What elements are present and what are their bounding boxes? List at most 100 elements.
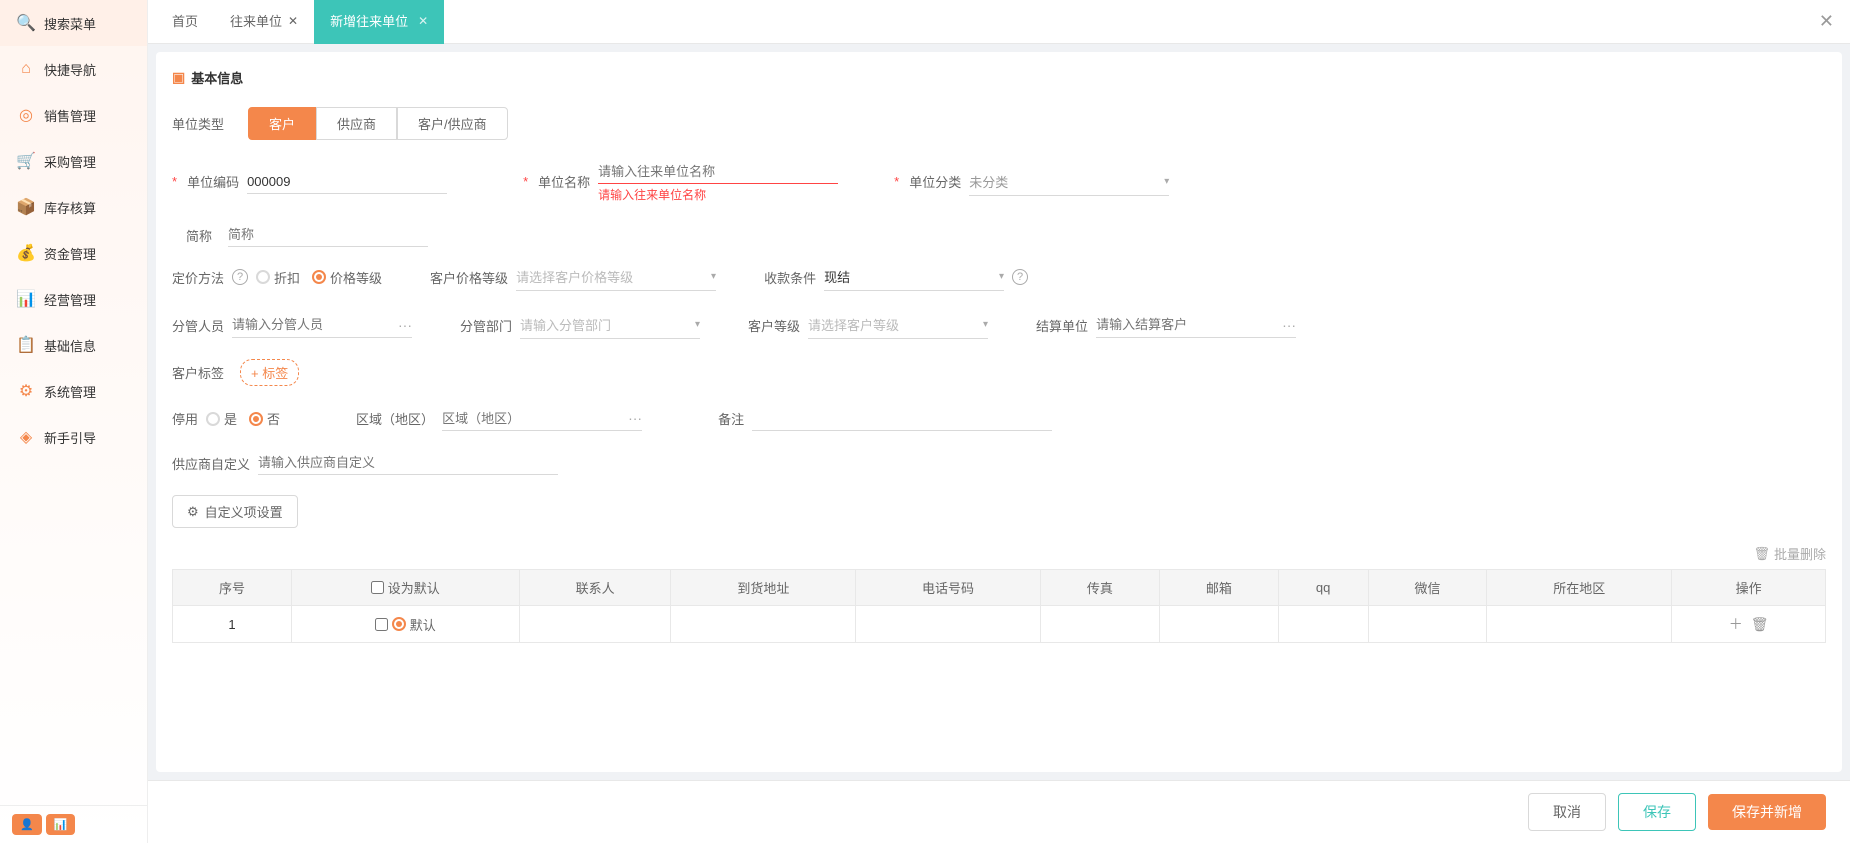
unit-category-field: * 单位分类 未分类 ▾ (894, 168, 1169, 196)
cancel-button[interactable]: 取消 (1528, 793, 1606, 831)
radio-discount[interactable]: 折扣 (256, 268, 300, 287)
col-phone: 电话号码 (856, 570, 1041, 606)
sidebar-item-guide[interactable]: ◈ 新手引导 (0, 414, 147, 460)
remark-input[interactable] (752, 407, 1052, 431)
pricing-radio-group: 折扣 价格等级 (256, 268, 382, 287)
default-radio-circle (392, 617, 406, 631)
col-default: 设为默认 (291, 570, 519, 606)
cell-phone (856, 606, 1041, 643)
select-all-checkbox[interactable] (371, 581, 384, 594)
disabled-row: 停用 是 否 区域（地区） ··· (172, 406, 1826, 431)
region-field: 区域（地区） ··· (356, 406, 642, 431)
shortname-field: 简称 (172, 223, 428, 247)
unit-category-select[interactable]: 未分类 ▾ (969, 168, 1169, 196)
col-address: 到货地址 (671, 570, 856, 606)
pricing-help-icon[interactable]: ? (232, 269, 248, 285)
cell-region (1487, 606, 1672, 643)
custom-settings-btn[interactable]: ⚙ 自定义项设置 (172, 495, 298, 528)
cell-fax (1040, 606, 1159, 643)
finance-icon: 💰 (16, 243, 36, 263)
customer-level-field: 客户等级 请选择客户等级 ▾ (748, 311, 988, 339)
save-button[interactable]: 保存 (1618, 793, 1696, 831)
purchase-icon: 🛒 (16, 151, 36, 171)
manager-input[interactable] (232, 317, 394, 332)
sidebar-item-basic[interactable]: 📋 基础信息 (0, 322, 147, 368)
radio-no[interactable]: 否 (249, 409, 280, 428)
settlement-field: 结算单位 ··· (1036, 313, 1296, 338)
row-delete-btn[interactable]: 🗑 (1751, 616, 1769, 633)
chevron-down-icon4: ▾ (695, 319, 700, 330)
sidebar-item-sales[interactable]: ◎ 销售管理 (0, 92, 147, 138)
col-region: 所在地区 (1487, 570, 1672, 606)
shortname-label: 简称 (186, 226, 212, 245)
unit-code-label: 单位编码 (187, 172, 239, 191)
supplier-custom-input[interactable] (258, 451, 558, 475)
tab-partners-close[interactable]: ✕ (288, 14, 298, 28)
save-new-button[interactable]: 保存并新增 (1708, 794, 1826, 830)
disabled-label: 停用 (172, 409, 198, 428)
settlement-input[interactable] (1096, 317, 1278, 332)
sidebar-label-basic: 基础信息 (44, 336, 96, 355)
payment-terms-field: 收款条件 现结 ▾ ? (764, 263, 1028, 291)
type-btn-both[interactable]: 客户/供应商 (397, 107, 508, 140)
payment-help-icon[interactable]: ? (1012, 269, 1028, 285)
sidebar-item-purchase[interactable]: 🛒 采购管理 (0, 138, 147, 184)
window-close-btn[interactable]: ✕ (1811, 11, 1842, 32)
radio-price-level[interactable]: 价格等级 (312, 268, 382, 287)
cell-qq (1278, 606, 1368, 643)
payment-terms-select[interactable]: 现结 ▾ (824, 263, 1004, 291)
manager-input-wrap: ··· (232, 313, 412, 338)
region-input[interactable] (442, 411, 624, 426)
home-icon: ⌂ (16, 59, 36, 79)
sidebar-item-finance[interactable]: 💰 资金管理 (0, 230, 147, 276)
pricing-row: 定价方法 ? 折扣 价格等级 客户价格等级 请选择客户价格等级 (172, 263, 1826, 291)
batch-delete-btn[interactable]: 🗑 批量删除 (1753, 544, 1826, 563)
sidebar-label-operations: 经营管理 (44, 290, 96, 309)
section-title-text: 基本信息 (191, 68, 243, 87)
type-btn-supplier[interactable]: 供应商 (316, 107, 397, 140)
tab-new-partner[interactable]: 新增往来单位 ✕ (314, 0, 444, 44)
unit-name-label: 单位名称 (538, 172, 590, 191)
radio-yes-label: 是 (224, 409, 237, 428)
row-default-radio[interactable]: 默认 (392, 615, 436, 634)
type-btn-customer[interactable]: 客户 (248, 107, 316, 140)
supplier-custom-label: 供应商自定义 (172, 454, 250, 473)
col-wechat: 微信 (1368, 570, 1487, 606)
batch-delete-label: 批量删除 (1774, 544, 1826, 563)
tab-partners[interactable]: 往来单位 ✕ (214, 0, 314, 44)
sidebar-bottom-btn1[interactable]: 👤 (12, 814, 42, 835)
cell-actions: ＋ 🗑 (1672, 606, 1826, 643)
unit-code-input[interactable] (247, 170, 447, 194)
manager-row: 分管人员 ··· 分管部门 请输入分管部门 ▾ 客户等级 请选择客户等级 (172, 311, 1826, 339)
settlement-dots-btn[interactable]: ··· (1278, 317, 1296, 333)
remark-label: 备注 (718, 409, 744, 428)
customer-level-select[interactable]: 请选择客户等级 ▾ (808, 311, 988, 339)
region-dots-btn[interactable]: ··· (624, 410, 642, 426)
radio-yes[interactable]: 是 (206, 409, 237, 428)
tab-home[interactable]: 首页 (156, 0, 214, 44)
col-contact: 联系人 (519, 570, 671, 606)
sidebar-item-quicknav[interactable]: ⌂ 快捷导航 (0, 46, 147, 92)
sidebar-item-search[interactable]: 🔍 搜索菜单 (0, 0, 147, 46)
cell-default: 默认 (291, 606, 519, 643)
sidebar-label-inventory: 库存核算 (44, 198, 96, 217)
sidebar-bottom-btn2[interactable]: 📊 (46, 814, 76, 835)
sidebar-item-operations[interactable]: 📊 经营管理 (0, 276, 147, 322)
unit-type-group: 客户 供应商 客户/供应商 (248, 107, 508, 140)
basic-icon: 📋 (16, 335, 36, 355)
row-checkbox[interactable] (375, 618, 388, 631)
sidebar-item-system[interactable]: ⚙ 系统管理 (0, 368, 147, 414)
department-placeholder: 请输入分管部门 (520, 315, 611, 334)
tab-new-partner-close[interactable]: ✕ (418, 14, 428, 28)
row-add-btn[interactable]: ＋ (1729, 614, 1743, 634)
add-tag-btn[interactable]: + 标签 (240, 359, 299, 386)
manager-dots-btn[interactable]: ··· (394, 317, 412, 333)
search-icon: 🔍 (16, 13, 36, 33)
settings-gear-icon: ⚙ (187, 504, 199, 520)
customer-price-select[interactable]: 请选择客户价格等级 ▾ (516, 263, 716, 291)
sidebar-item-inventory[interactable]: 📦 库存核算 (0, 184, 147, 230)
tab-new-partner-label: 新增往来单位 (330, 11, 408, 30)
department-select[interactable]: 请输入分管部门 ▾ (520, 311, 700, 339)
shortname-input[interactable] (228, 223, 428, 247)
unit-name-input[interactable] (598, 160, 838, 184)
